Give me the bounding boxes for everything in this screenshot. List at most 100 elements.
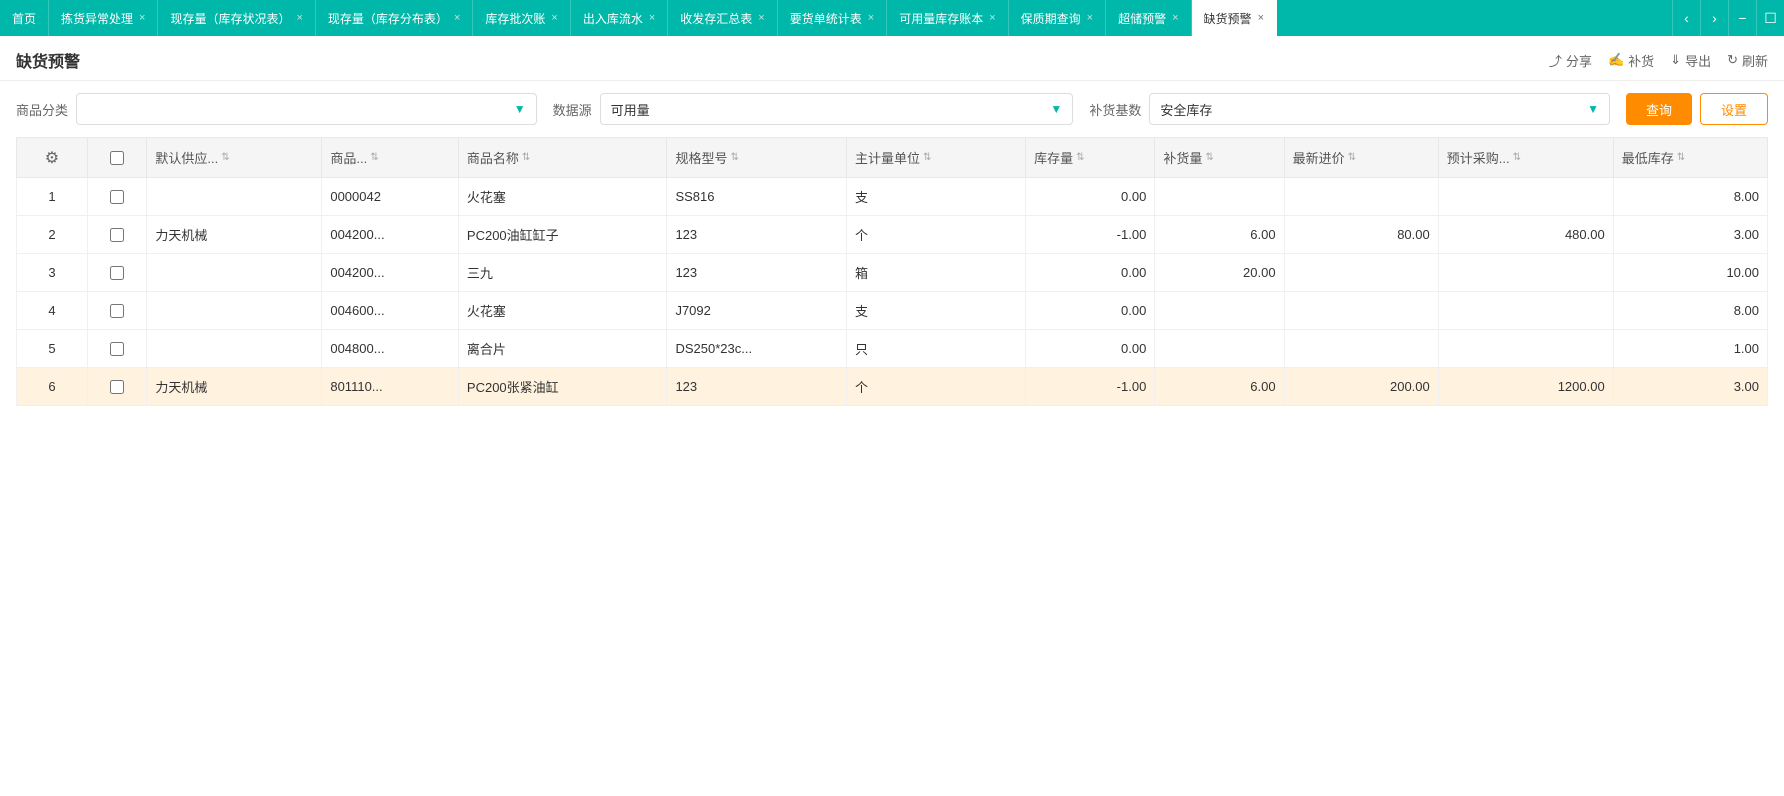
row-checkbox-3[interactable] xyxy=(87,254,146,292)
row-num-1: 1 xyxy=(17,178,88,216)
refresh-icon: ↻ xyxy=(1727,52,1738,68)
row-select-4[interactable] xyxy=(110,304,124,318)
tab-overstock[interactable]: 超储预警 × xyxy=(1106,0,1191,36)
tab-close-stock-dist[interactable]: × xyxy=(454,12,460,24)
th-unit: 主计量单位 ⇅ xyxy=(846,138,1025,178)
row-est-purchase-6: 1200.00 xyxy=(1438,368,1613,406)
row-unit-3: 箱 xyxy=(846,254,1025,292)
refresh-button[interactable]: ↻ 刷新 xyxy=(1727,51,1768,70)
tab-close-shortage[interactable]: × xyxy=(1258,12,1264,24)
tab-stock-dist[interactable]: 现存量（库存分布表） × xyxy=(316,0,473,36)
tab-close-summary[interactable]: × xyxy=(758,12,764,24)
datasource-chevron-icon: ▼ xyxy=(1050,102,1062,116)
tab-close-overstock[interactable]: × xyxy=(1172,12,1178,24)
tab-close-available[interactable]: × xyxy=(989,12,995,24)
row-select-2[interactable] xyxy=(110,228,124,242)
table-row: 5 004800... 离合片 DS250*23c... 只 0.00 1.00 xyxy=(17,330,1768,368)
row-unit-5: 只 xyxy=(846,330,1025,368)
replenish-base-label: 补货基数 xyxy=(1089,100,1141,119)
row-spec-3: 123 xyxy=(667,254,847,292)
page-header: 缺货预警 ⤴ 分享 ✍ 补货 ⇓ 导出 ↻ 刷新 xyxy=(0,36,1784,81)
tab-close-order-stats[interactable]: × xyxy=(868,12,874,24)
row-min-stock-5: 1.00 xyxy=(1613,330,1767,368)
export-button[interactable]: ⇓ 导出 xyxy=(1670,51,1711,70)
sort-icon-stock: ⇅ xyxy=(1076,152,1084,163)
tab-close-expiry[interactable]: × xyxy=(1087,12,1093,24)
datasource-select[interactable]: 可用量 ▼ xyxy=(600,93,1074,125)
sort-icon-min-stock: ⇅ xyxy=(1677,152,1685,163)
tab-nav-next[interactable]: › xyxy=(1700,0,1728,36)
row-checkbox-5[interactable] xyxy=(87,330,146,368)
tab-close-flow[interactable]: × xyxy=(649,12,655,24)
tab-summary[interactable]: 收发存汇总表 × xyxy=(668,0,777,36)
table-row: 3 004200... 三九 123 箱 0.00 20.00 10.00 xyxy=(17,254,1768,292)
row-replenish-qty-6: 6.00 xyxy=(1155,368,1284,406)
th-checkbox xyxy=(87,138,146,178)
row-latest-price-5 xyxy=(1284,330,1438,368)
replenish-button[interactable]: ✍ 补货 xyxy=(1608,51,1654,70)
row-checkbox-2[interactable] xyxy=(87,216,146,254)
filter-actions: 查询 设置 xyxy=(1626,93,1768,125)
row-spec-6: 123 xyxy=(667,368,847,406)
row-product-code-1: 0000042 xyxy=(322,178,459,216)
tab-stock-status[interactable]: 现存量（库存状况表） × xyxy=(158,0,315,36)
row-checkbox-6[interactable] xyxy=(87,368,146,406)
row-replenish-qty-1 xyxy=(1155,178,1284,216)
tab-shortage[interactable]: 缺货预警 × xyxy=(1192,0,1277,36)
data-table: ⚙ 默认供应... ⇅ 商品... ⇅ xyxy=(16,137,1768,406)
select-all-checkbox[interactable] xyxy=(110,151,124,165)
share-button[interactable]: ⤴ 分享 xyxy=(1549,51,1592,70)
tab-flow[interactable]: 出入库流水 × xyxy=(571,0,668,36)
row-stock-6: -1.00 xyxy=(1026,368,1155,406)
tab-nav-prev[interactable]: ‹ xyxy=(1672,0,1700,36)
row-spec-4: J7092 xyxy=(667,292,847,330)
row-checkbox-4[interactable] xyxy=(87,292,146,330)
datasource-value: 可用量 xyxy=(611,100,650,119)
row-spec-2: 123 xyxy=(667,216,847,254)
th-stock: 库存量 ⇅ xyxy=(1026,138,1155,178)
row-checkbox-1[interactable] xyxy=(87,178,146,216)
export-icon: ⇓ xyxy=(1670,52,1681,68)
row-select-3[interactable] xyxy=(110,266,124,280)
table-body: 1 0000042 火花塞 SS816 支 0.00 8.00 2 力天机械 0… xyxy=(17,178,1768,406)
replenish-base-select[interactable]: 安全库存 ▼ xyxy=(1149,93,1610,125)
category-select[interactable]: ▼ xyxy=(76,93,537,125)
tab-order-stats[interactable]: 要货单统计表 × xyxy=(778,0,887,36)
tab-batch[interactable]: 库存批次账 × xyxy=(473,0,570,36)
row-supplier-6: 力天机械 xyxy=(147,368,322,406)
row-product-code-3: 004200... xyxy=(322,254,459,292)
row-stock-4: 0.00 xyxy=(1026,292,1155,330)
row-supplier-4 xyxy=(147,292,322,330)
share-icon: ⤴ xyxy=(1549,51,1562,70)
tab-close-abnormal[interactable]: × xyxy=(139,12,145,24)
tab-maximize[interactable]: ☐ xyxy=(1756,0,1784,36)
row-product-name-4: 火花塞 xyxy=(458,292,667,330)
gear-icon[interactable]: ⚙ xyxy=(42,148,62,168)
tab-home[interactable]: 首页 xyxy=(0,0,49,36)
settings-button[interactable]: 设置 xyxy=(1700,93,1768,125)
tab-abnormal[interactable]: 拣货异常处理 × xyxy=(49,0,158,36)
header-actions: ⤴ 分享 ✍ 补货 ⇓ 导出 ↻ 刷新 xyxy=(1549,51,1768,70)
query-button[interactable]: 查询 xyxy=(1626,93,1692,125)
row-spec-1: SS816 xyxy=(667,178,847,216)
th-settings: ⚙ xyxy=(17,138,88,178)
th-product-code: 商品... ⇅ xyxy=(322,138,459,178)
filter-datasource-group: 数据源 可用量 ▼ xyxy=(553,93,1074,125)
row-unit-4: 支 xyxy=(846,292,1025,330)
tab-minimize[interactable]: − xyxy=(1728,0,1756,36)
row-min-stock-6: 3.00 xyxy=(1613,368,1767,406)
row-select-5[interactable] xyxy=(110,342,124,356)
row-stock-1: 0.00 xyxy=(1026,178,1155,216)
tab-available[interactable]: 可用量库存账本 × xyxy=(887,0,1008,36)
row-replenish-qty-5 xyxy=(1155,330,1284,368)
row-select-1[interactable] xyxy=(110,190,124,204)
tab-close-stock-status[interactable]: × xyxy=(296,12,302,24)
datasource-label: 数据源 xyxy=(553,100,592,119)
tab-nav-buttons: ‹ › − ☐ xyxy=(1672,0,1784,36)
table-row: 6 力天机械 801110... PC200张紧油缸 123 个 -1.00 6… xyxy=(17,368,1768,406)
row-select-6[interactable] xyxy=(110,380,124,394)
row-product-code-4: 004600... xyxy=(322,292,459,330)
tab-close-batch[interactable]: × xyxy=(551,12,557,24)
table-row: 4 004600... 火花塞 J7092 支 0.00 8.00 xyxy=(17,292,1768,330)
tab-expiry[interactable]: 保质期查询 × xyxy=(1009,0,1106,36)
